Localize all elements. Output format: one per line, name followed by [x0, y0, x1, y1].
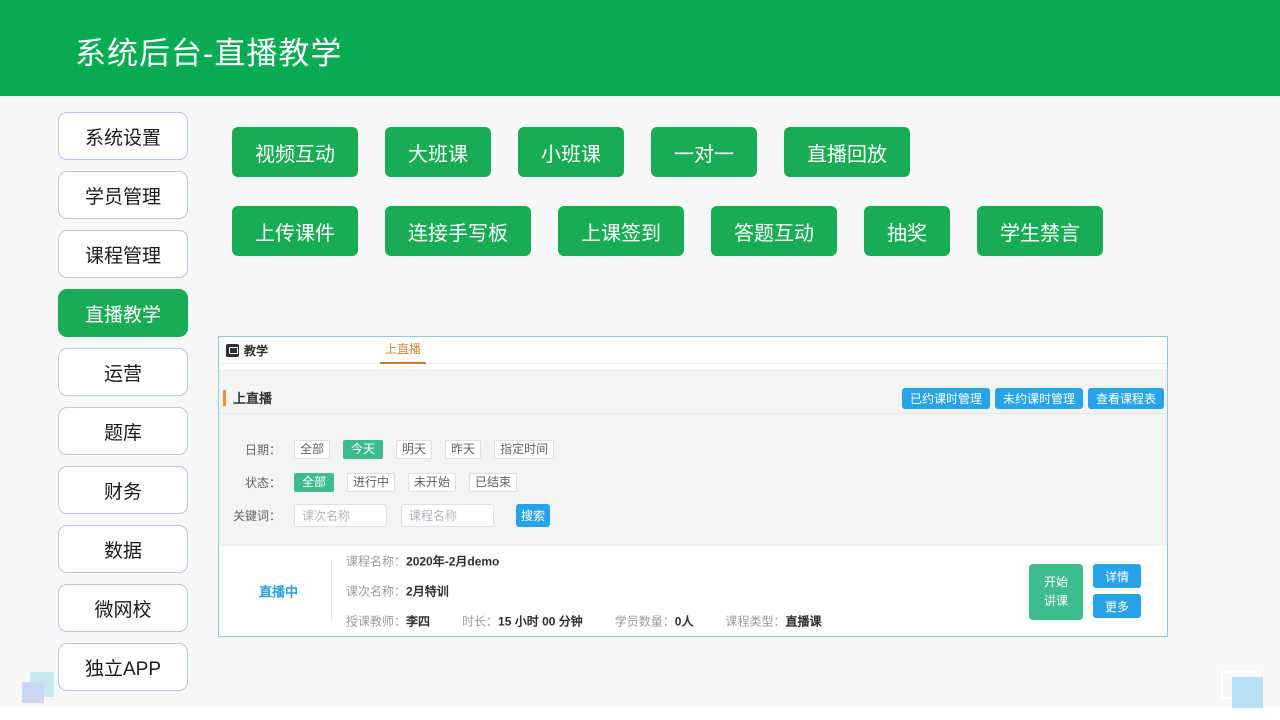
sidebar-item-student-management[interactable]: 学员管理: [58, 171, 188, 219]
sidebar-item-micro-school[interactable]: 微网校: [58, 584, 188, 632]
page-title: 系统后台-直播教学: [75, 28, 342, 73]
app-label: 教学: [244, 342, 268, 359]
sidebar-item-course-management[interactable]: 课程管理: [58, 230, 188, 278]
decor-square-lavender: [22, 682, 44, 703]
date-filter-label: 日期：: [233, 441, 281, 458]
course-meta-line: 授课教师：李四 时长：15 小时 00 分钟 学员数量：0人 课程类型：直播课: [346, 613, 821, 630]
sidebar-item-finance[interactable]: 财务: [58, 466, 188, 514]
bottom-strip: [0, 707, 1280, 720]
panel-tabbar: 教学 上直播: [219, 337, 1167, 364]
admin-panel: 教学 上直播 上直播 已约课时管理 未约课时管理 查看课程表 日期： 全部 今天…: [218, 336, 1168, 637]
course-row-divider: [331, 560, 332, 622]
detail-button[interactable]: 详情: [1093, 564, 1141, 588]
session-name-input[interactable]: [294, 504, 387, 527]
keyword-filter-label: 关键词：: [233, 507, 281, 524]
feature-small-class[interactable]: 小班课: [518, 127, 624, 177]
feature-video-interaction[interactable]: 视频互动: [232, 127, 358, 177]
section-actions: 已约课时管理 未约课时管理 查看课程表: [902, 388, 1164, 409]
date-chip-all[interactable]: 全部: [294, 440, 330, 459]
sidebar-item-question-bank[interactable]: 题库: [58, 407, 188, 455]
filter-row-keyword: 关键词： 搜索: [219, 504, 550, 527]
feature-quiz-interaction[interactable]: 答题互动: [711, 206, 837, 256]
status-chip-all[interactable]: 全部: [294, 473, 334, 492]
student-count-field: 学员数量：0人: [615, 613, 694, 630]
date-filter-chips: 全部 今天 明天 昨天 指定时间: [294, 440, 554, 459]
teacher-field: 授课教师：李四: [346, 613, 430, 630]
feature-live-replay[interactable]: 直播回放: [784, 127, 910, 177]
session-name-value: 2月特训: [406, 585, 449, 599]
section-accent-bar: [223, 390, 226, 406]
unbooked-lessons-button[interactable]: 未约课时管理: [995, 388, 1083, 409]
date-chip-custom[interactable]: 指定时间: [494, 440, 554, 459]
top-banner: 系统后台-直播教学: [0, 0, 1280, 96]
live-status-badge: 直播中: [259, 582, 298, 601]
sidebar: 系统设置 学员管理 课程管理 直播教学 运营 题库 财务 数据 微网校 独立AP…: [58, 112, 188, 691]
session-name-label: 课次名称：: [346, 585, 406, 599]
section-divider: [219, 413, 1167, 414]
more-button[interactable]: 更多: [1093, 594, 1141, 618]
status-filter-label: 状态：: [233, 474, 281, 491]
filter-row-status: 状态： 全部 进行中 未开始 已结束: [219, 473, 517, 492]
panel-filter-area: 上直播 已约课时管理 未约课时管理 查看课程表 日期： 全部 今天 明天 昨天 …: [219, 369, 1167, 546]
course-row: 直播中 课程名称：2020年-2月demo 课次名称：2月特训 授课教师：李四 …: [219, 546, 1167, 636]
date-chip-yesterday[interactable]: 昨天: [445, 440, 481, 459]
feature-connect-tablet[interactable]: 连接手写板: [385, 206, 531, 256]
section-title: 上直播: [233, 388, 272, 409]
date-chip-tomorrow[interactable]: 明天: [396, 440, 432, 459]
status-filter-chips: 全部 进行中 未开始 已结束: [294, 473, 517, 492]
session-name-line: 课次名称：2月特训: [346, 583, 821, 600]
course-details: 课程名称：2020年-2月demo 课次名称：2月特训 授课教师：李四 时长：1…: [346, 553, 821, 630]
course-type-field: 课程类型：直播课: [725, 613, 821, 630]
booked-lessons-button[interactable]: 已约课时管理: [902, 388, 990, 409]
start-teaching-button[interactable]: 开始讲课: [1029, 564, 1083, 620]
feature-mute-students[interactable]: 学生禁言: [977, 206, 1103, 256]
filter-row-date: 日期： 全部 今天 明天 昨天 指定时间: [219, 440, 554, 459]
sidebar-item-data[interactable]: 数据: [58, 525, 188, 573]
date-chip-today[interactable]: 今天: [343, 440, 383, 459]
course-name-value: 2020年-2月demo: [406, 555, 499, 569]
status-chip-not-started[interactable]: 未开始: [408, 473, 456, 492]
teaching-app-icon: [226, 344, 239, 357]
feature-upload-courseware[interactable]: 上传课件: [232, 206, 358, 256]
tab-go-live[interactable]: 上直播: [380, 337, 426, 364]
sidebar-item-standalone-app[interactable]: 独立APP: [58, 643, 188, 691]
sidebar-item-operations[interactable]: 运营: [58, 348, 188, 396]
status-chip-ongoing[interactable]: 进行中: [347, 473, 395, 492]
feature-row-1: 视频互动 大班课 小班课 一对一 直播回放: [232, 127, 910, 177]
sidebar-item-live-teaching[interactable]: 直播教学: [58, 289, 188, 337]
course-name-input[interactable]: [401, 504, 494, 527]
feature-large-class[interactable]: 大班课: [385, 127, 491, 177]
feature-one-on-one[interactable]: 一对一: [651, 127, 757, 177]
decor-square-blue: [1232, 677, 1263, 708]
section-header: 上直播 已约课时管理 未约课时管理 查看课程表: [219, 388, 1167, 409]
course-name-label: 课程名称：: [346, 555, 406, 569]
feature-lucky-draw[interactable]: 抽奖: [864, 206, 950, 256]
course-name-line: 课程名称：2020年-2月demo: [346, 553, 821, 570]
sidebar-item-system-settings[interactable]: 系统设置: [58, 112, 188, 160]
feature-class-checkin[interactable]: 上课签到: [558, 206, 684, 256]
status-chip-finished[interactable]: 已结束: [469, 473, 517, 492]
feature-row-2: 上传课件 连接手写板 上课签到 答题互动 抽奖 学生禁言: [232, 206, 1103, 256]
search-button[interactable]: 搜索: [516, 504, 550, 527]
duration-field: 时长：15 小时 00 分钟: [462, 613, 583, 630]
view-timetable-button[interactable]: 查看课程表: [1088, 388, 1164, 409]
